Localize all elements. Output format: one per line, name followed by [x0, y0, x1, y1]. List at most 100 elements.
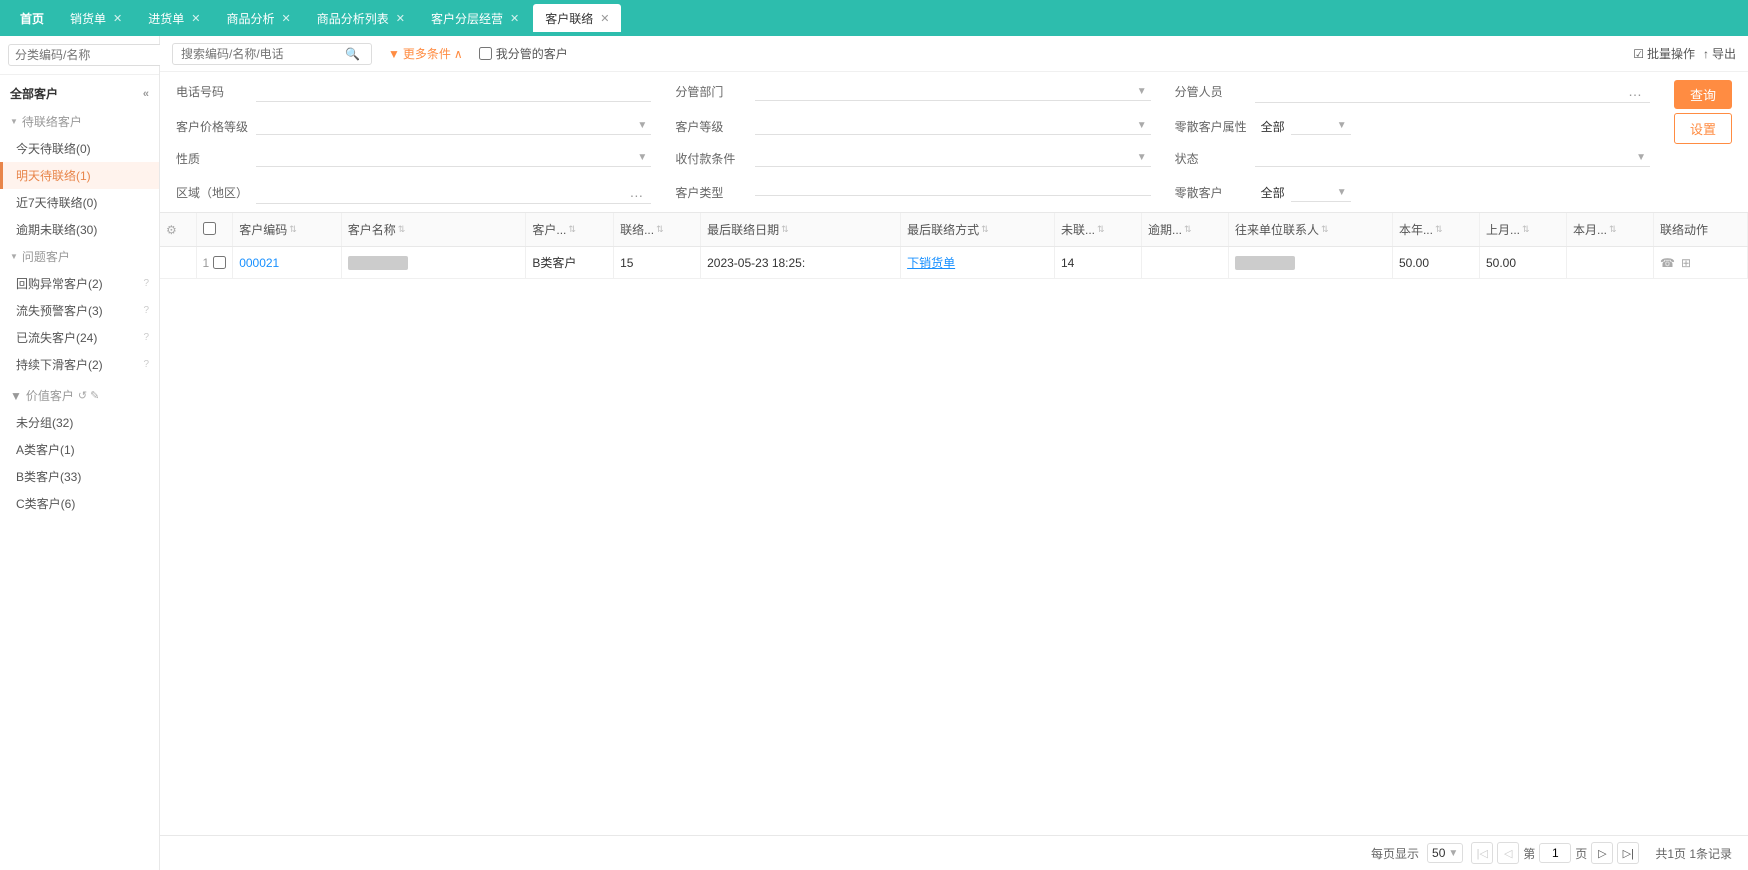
col-overdue-sort[interactable]: ⇅ — [1184, 224, 1192, 235]
value-triangle: ▼ — [10, 389, 22, 403]
sidebar-item-overdue-pending[interactable]: 逾期未联络(30) — [0, 216, 159, 243]
nav-goods-list[interactable]: 商品分析列表 ✕ — [305, 4, 417, 32]
all-customers-item[interactable]: 全部客户 « — [0, 79, 159, 108]
col-contact-person-sort[interactable]: ⇅ — [1321, 224, 1329, 235]
nav-goods-list-close[interactable]: ✕ — [396, 12, 405, 25]
sidebar-item-churned[interactable]: 已流失客户(24) ? — [0, 324, 159, 351]
filter-retail-attr-label: 零散客户属性 — [1175, 118, 1255, 135]
filter-price-level-select[interactable]: ▼ — [256, 117, 651, 135]
filter-customer-type-select[interactable] — [755, 189, 1150, 196]
sidebar-collapse-icon[interactable]: « — [143, 88, 149, 100]
row-select-check[interactable] — [213, 256, 226, 269]
row-last-date-value: 2023-05-23 18:25: — [707, 256, 805, 270]
page-input[interactable] — [1539, 843, 1571, 863]
churn-warning-help-icon[interactable]: ? — [143, 305, 149, 316]
row-last-month: 50.00 — [1479, 247, 1566, 279]
filter-row-1: 电话号码 分管部门 ▼ 分管人员 — [176, 80, 1650, 103]
manager-more-icon[interactable]: … — [1624, 83, 1646, 99]
filter-payment-select[interactable]: ▼ — [755, 149, 1150, 167]
filter-gender-select[interactable]: ▼ — [256, 149, 651, 167]
nav-customer-level[interactable]: 客户分层经营 ✕ — [419, 4, 531, 32]
filter-retail-customer-label: 零散客户 — [1175, 184, 1255, 201]
my-customers-checkbox[interactable]: 我分管的客户 — [479, 45, 568, 62]
per-page-select[interactable]: 50 ▼ — [1427, 843, 1463, 863]
col-this-month-sort[interactable]: ⇅ — [1609, 224, 1617, 235]
query-button[interactable]: 查询 — [1674, 80, 1732, 109]
filter-dept-select[interactable]: ▼ — [755, 83, 1150, 101]
repurchase-help-icon[interactable]: ? — [143, 278, 149, 289]
sidebar-item-churn-warning[interactable]: 流失预警客户(3) ? — [0, 297, 159, 324]
filter-area-select[interactable]: … — [256, 181, 651, 204]
more-conditions-btn[interactable]: ▼ 更多条件 ∧ — [380, 42, 471, 65]
col-last-date-sort[interactable]: ⇅ — [781, 224, 789, 235]
page-last-btn[interactable]: ▷| — [1617, 842, 1639, 864]
churned-help-icon[interactable]: ? — [143, 332, 149, 343]
table-select-all[interactable] — [203, 222, 216, 235]
row-last-way-value[interactable]: 下销货单 — [907, 256, 955, 270]
sidebar-item-b-class[interactable]: B类客户(33) — [0, 463, 159, 490]
nav-customer-contact[interactable]: 客户联络 ✕ — [533, 4, 621, 32]
nav-sales-close[interactable]: ✕ — [113, 12, 122, 25]
sidebar-item-churned-label: 已流失客户(24) — [16, 329, 97, 346]
action-phone-icon[interactable]: ☎ — [1660, 256, 1675, 270]
value-refresh-icon[interactable]: ↺ — [78, 389, 87, 402]
sidebar-item-c-class[interactable]: C类客户(6) — [0, 490, 159, 517]
action-qr-icon[interactable]: ⊞ — [1681, 256, 1691, 270]
filter-area-field: 区域（地区） … — [176, 181, 651, 204]
nav-goods-analysis-close[interactable]: ✕ — [282, 12, 291, 25]
nav-purchase-close[interactable]: ✕ — [191, 12, 200, 25]
area-more-icon[interactable]: … — [625, 184, 647, 200]
filter-customer-level-select[interactable]: ▼ — [755, 117, 1150, 135]
col-not-contacted-sort[interactable]: ⇅ — [1097, 224, 1105, 235]
nav-customer-level-close[interactable]: ✕ — [510, 12, 519, 25]
my-customers-check[interactable] — [479, 47, 492, 60]
filter-retail-attr-select[interactable]: ▼ — [1291, 117, 1351, 135]
page-first-btn[interactable]: |◁ — [1471, 842, 1493, 864]
col-last-way-sort[interactable]: ⇅ — [981, 224, 989, 235]
nav-sales[interactable]: 销货单 ✕ — [58, 4, 134, 32]
sidebar-item-today-pending[interactable]: 今天待联络(0) — [0, 135, 159, 162]
sidebar-item-unclassified[interactable]: 未分组(32) — [0, 409, 159, 436]
col-type-sort[interactable]: ⇅ — [568, 224, 576, 235]
table-gear-icon[interactable]: ⚙ — [166, 223, 177, 237]
col-action-label: 联络动作 — [1660, 223, 1708, 237]
sidebar-item-repurchase-abnormal[interactable]: 回购异常客户(2) ? — [0, 270, 159, 297]
nav-goods-analysis[interactable]: 商品分析 ✕ — [214, 4, 302, 32]
sidebar-item-tomorrow-pending[interactable]: 明天待联络(1) — [0, 162, 159, 189]
status-arrow: ▼ — [1636, 152, 1646, 163]
col-last-month-sort[interactable]: ⇅ — [1522, 224, 1530, 235]
filter-status-select[interactable]: ▼ — [1255, 149, 1650, 167]
search-input[interactable] — [181, 47, 341, 61]
export-btn[interactable]: ↑ 导出 — [1703, 45, 1736, 62]
col-name-sort[interactable]: ⇅ — [398, 224, 406, 235]
sidebar-item-7days-pending[interactable]: 近7天待联络(0) — [0, 189, 159, 216]
filter-gender-field: 性质 ▼ — [176, 149, 651, 167]
nav-customer-contact-close[interactable]: ✕ — [600, 12, 609, 25]
col-this-year-sort[interactable]: ⇅ — [1435, 224, 1443, 235]
pagination: |◁ ◁ 第 页 ▷ ▷| — [1471, 842, 1639, 864]
value-edit-icon[interactable]: ✎ — [90, 389, 99, 402]
filter-retail-customer-select[interactable]: ▼ — [1291, 184, 1351, 202]
nav-home[interactable]: 首页 — [8, 4, 56, 32]
gender-arrow: ▼ — [637, 152, 647, 163]
dept-select-arrow: ▼ — [1137, 86, 1147, 97]
search-box: 🔍 — [172, 43, 372, 65]
sidebar-item-a-class[interactable]: A类客户(1) — [0, 436, 159, 463]
sidebar-item-declining[interactable]: 持续下滑客户(2) ? — [0, 351, 159, 378]
total-text: 共1页 1条记录 — [1655, 845, 1732, 862]
row-overdue — [1142, 247, 1229, 279]
set-button[interactable]: 设置 — [1674, 113, 1732, 144]
col-contact-count-sort[interactable]: ⇅ — [656, 224, 664, 235]
filter-manager-select[interactable]: … — [1255, 80, 1650, 103]
page-prev-btn[interactable]: ◁ — [1497, 842, 1519, 864]
batch-op-btn[interactable]: ☑ 批量操作 — [1633, 45, 1695, 62]
declining-help-icon[interactable]: ? — [143, 359, 149, 370]
row-checkbox: 1 — [196, 247, 233, 279]
nav-purchase[interactable]: 进货单 ✕ — [136, 4, 212, 32]
col-code-sort[interactable]: ⇅ — [289, 224, 297, 235]
page-next-btn[interactable]: ▷ — [1591, 842, 1613, 864]
row-this-year: 50.00 — [1392, 247, 1479, 279]
filter-phone-input[interactable] — [256, 81, 651, 102]
search-icon[interactable]: 🔍 — [345, 47, 360, 61]
sidebar-search-input[interactable] — [8, 44, 177, 66]
